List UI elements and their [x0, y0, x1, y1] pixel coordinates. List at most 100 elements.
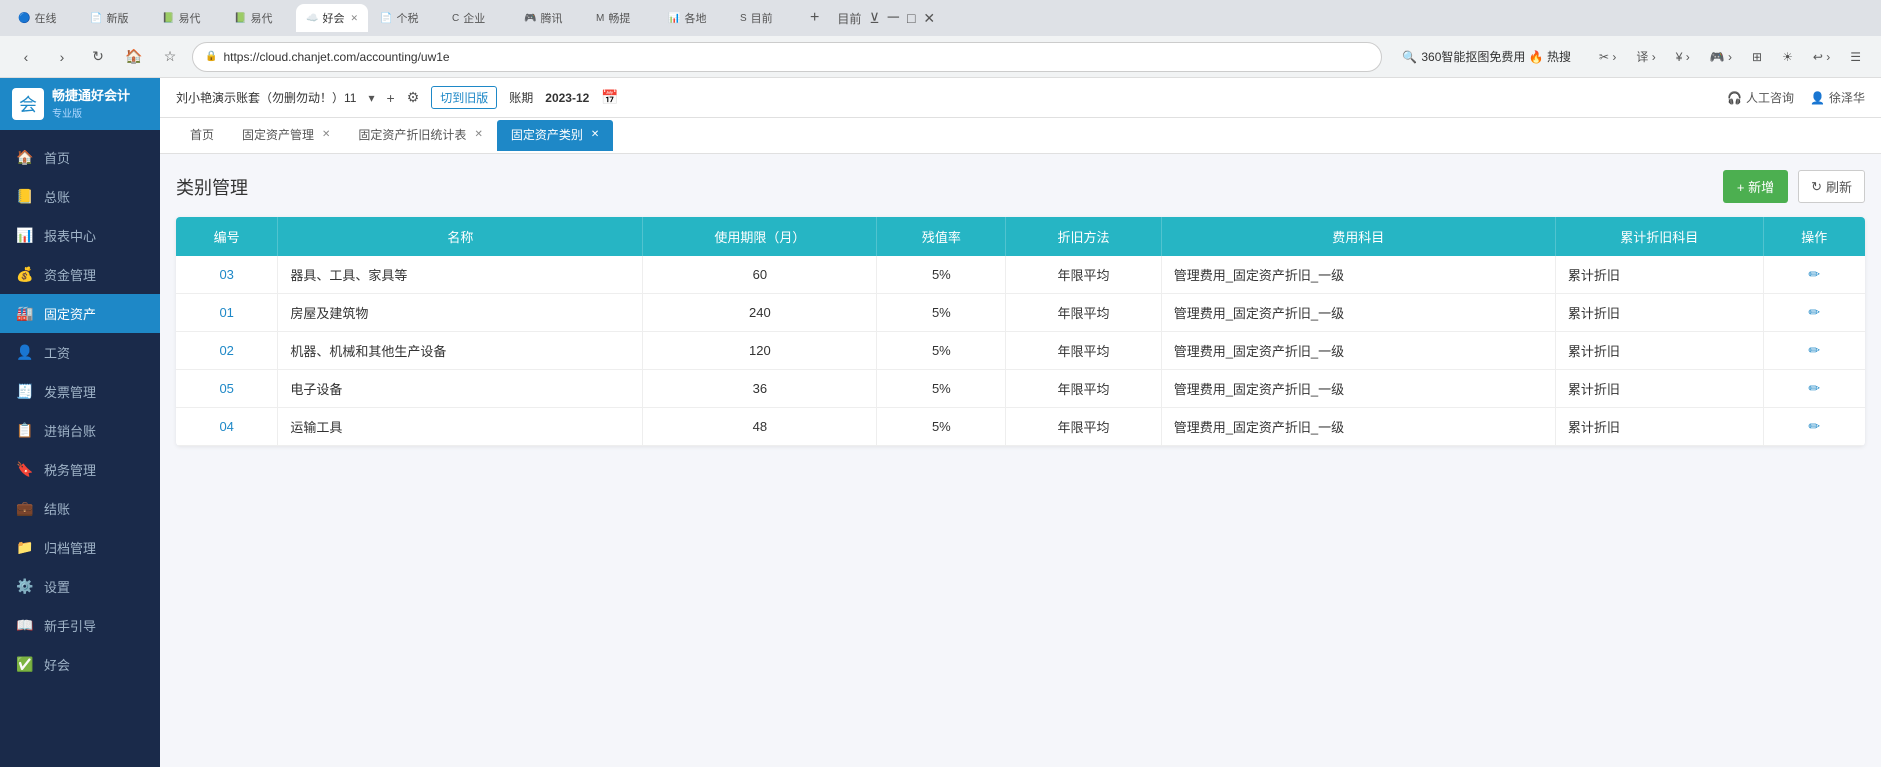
switch-to-old-btn[interactable]: 切到旧版 — [431, 86, 497, 109]
browser-tab-好会[interactable]: ☁️好会✕ — [296, 4, 368, 32]
sidebar-item-总账[interactable]: 📒总账 — [0, 177, 160, 216]
browser-tab-畅提[interactable]: M畅提 — [586, 4, 656, 32]
calendar-icon[interactable]: 📅 — [601, 89, 618, 106]
tab-label-易代: 易代 — [178, 10, 200, 26]
col-header-累计折旧科目: 累计折旧科目 — [1555, 217, 1763, 256]
cell-action[interactable]: ✏ — [1763, 408, 1865, 446]
cell-action[interactable]: ✏ — [1763, 256, 1865, 294]
new-tab-button[interactable]: + — [804, 9, 825, 27]
user-profile-btn[interactable]: 👤 徐泽华 — [1810, 89, 1865, 106]
sidebar-label-进销台账: 进销台账 — [44, 421, 96, 440]
cell-expense: 管理费用_固定资产折旧_一级 — [1161, 294, 1555, 332]
tab-label-固定资产类别: 固定资产类别 — [511, 126, 583, 143]
sidebar-item-结账[interactable]: 💼结账 — [0, 489, 160, 528]
add-button[interactable]: + 新增 — [1723, 170, 1788, 203]
brightness-icon-btn[interactable]: ☀ — [1774, 46, 1801, 68]
sidebar-item-归档管理[interactable]: 📁归档管理 — [0, 528, 160, 567]
sidebar-item-进销台账[interactable]: 📋进销台账 — [0, 411, 160, 450]
page-tab-close-固定资产类别[interactable]: ✕ — [591, 129, 599, 140]
grid-icon-btn[interactable]: ⊞ — [1744, 46, 1770, 68]
cell-method: 年限平均 — [1006, 294, 1161, 332]
table-row: 03器具、工具、家具等605%年限平均管理费用_固定资产折旧_一级累计折旧✏ — [176, 256, 1865, 294]
sidebar-label-总账: 总账 — [44, 187, 70, 206]
maximize-icon[interactable]: □ — [907, 10, 915, 26]
tab-favicon-目前: S — [740, 13, 747, 24]
minimize-icon[interactable]: ─ — [888, 9, 899, 27]
address-input[interactable]: 🔒 https://cloud.chanjet.com/accounting/u… — [192, 42, 1382, 72]
edit-button[interactable]: ✏ — [1808, 304, 1820, 321]
cell-code: 01 — [176, 294, 278, 332]
cell-name: 运输工具 — [278, 408, 643, 446]
translate-icon-btn[interactable]: 译 › — [1628, 44, 1663, 69]
settings-icon[interactable]: ⚙ — [407, 89, 420, 106]
back-button[interactable]: ‹ — [12, 43, 40, 71]
undo-icon-btn[interactable]: ↩ › — [1805, 46, 1838, 68]
home-button[interactable]: 🏠 — [120, 43, 148, 71]
browser-tab-腾讯[interactable]: 🎮腾讯 — [514, 4, 584, 32]
cell-action[interactable]: ✏ — [1763, 370, 1865, 408]
browser-tab-bar: 🔵在线📄新版📗易代📗易代☁️好会✕📄个税C企业🎮腾讯M畅提📊各地S目前 + 目前… — [0, 0, 1881, 36]
page-tab-首页[interactable]: 首页 — [176, 120, 228, 151]
tab-label-在线: 在线 — [34, 10, 56, 26]
user-avatar-icon: 👤 — [1810, 91, 1825, 105]
edit-button[interactable]: ✏ — [1808, 380, 1820, 397]
refresh-button[interactable]: ↻ 刷新 — [1798, 170, 1865, 203]
page-tab-close-固定资产折旧统计表[interactable]: ✕ — [474, 129, 482, 140]
sidebar-item-资金管理[interactable]: 💰资金管理 — [0, 255, 160, 294]
page-tab-close-固定资产管理[interactable]: ✕ — [322, 129, 330, 140]
cell-action[interactable]: ✏ — [1763, 332, 1865, 370]
sidebar-item-发票管理[interactable]: 🧾发票管理 — [0, 372, 160, 411]
edit-button[interactable]: ✏ — [1808, 266, 1820, 283]
add-account-icon[interactable]: + — [387, 90, 395, 106]
sidebar-item-新手引导[interactable]: 📖新手引导 — [0, 606, 160, 645]
bookmark-button[interactable]: ☆ — [156, 43, 184, 71]
browser-tab-企业[interactable]: C企业 — [442, 4, 512, 32]
browser-tab-新版[interactable]: 📄新版 — [80, 4, 150, 32]
url-text: https://cloud.chanjet.com/accounting/uw1… — [223, 50, 449, 64]
edit-button[interactable]: ✏ — [1808, 342, 1820, 359]
page-tab-固定资产管理[interactable]: 固定资产管理✕ — [228, 120, 344, 151]
refresh-icon: ↻ — [1811, 179, 1822, 195]
forward-button[interactable]: › — [48, 43, 76, 71]
col-header-操作: 操作 — [1763, 217, 1865, 256]
col-header-使用期限（月）: 使用期限（月） — [643, 217, 877, 256]
sidebar-item-税务管理[interactable]: 🔖税务管理 — [0, 450, 160, 489]
app-header: 刘小艳演示账套（勿删勿动！）11 ▾ + ⚙ 切到旧版 账期 2023-12 📅… — [160, 78, 1881, 118]
cell-method: 年限平均 — [1006, 370, 1161, 408]
sidebar-label-结账: 结账 — [44, 499, 70, 518]
browser-tab-各地[interactable]: 📊各地 — [658, 4, 728, 32]
menu-icon-btn[interactable]: ☰ — [1842, 46, 1869, 68]
col-header-编号: 编号 — [176, 217, 278, 256]
tab-close-好会[interactable]: ✕ — [350, 13, 358, 24]
sidebar-item-好会[interactable]: ✅好会 — [0, 645, 160, 684]
cell-name: 机器、机械和其他生产设备 — [278, 332, 643, 370]
service-btn[interactable]: 🎧 人工咨询 — [1727, 89, 1794, 106]
page-tab-固定资产类别[interactable]: 固定资产类别 ✕ — [497, 120, 613, 151]
tab-count-badge: 目前 — [837, 10, 861, 27]
reload-button[interactable]: ↻ — [84, 43, 112, 71]
close-window-icon[interactable]: ✕ — [923, 10, 935, 27]
sidebar-item-工资[interactable]: 👤工资 — [0, 333, 160, 372]
cut-icon-btn[interactable]: ✂ › — [1591, 46, 1624, 68]
tab-favicon-腾讯: 🎮 — [524, 13, 536, 24]
category-table: 编号名称使用期限（月）残值率折旧方法费用科目累计折旧科目操作 03器具、工具、家… — [176, 217, 1865, 446]
browser-tab-易代[interactable]: 📗易代 — [224, 4, 294, 32]
page-title-bar: 类别管理 + 新增 ↻ 刷新 — [176, 170, 1865, 203]
sidebar-item-固定资产[interactable]: 🏭固定资产 — [0, 294, 160, 333]
edit-button[interactable]: ✏ — [1808, 418, 1820, 435]
cell-code: 05 — [176, 370, 278, 408]
browser-tab-目前[interactable]: S目前 — [730, 4, 800, 32]
page-tab-固定资产折旧统计表[interactable]: 固定资产折旧统计表✕ — [344, 120, 496, 151]
currency-icon-btn[interactable]: ¥ › — [1668, 46, 1698, 68]
sidebar-item-报表中心[interactable]: 📊报表中心 — [0, 216, 160, 255]
game-icon-btn[interactable]: 🎮 › — [1702, 46, 1740, 68]
sidebar-item-首页[interactable]: 🏠首页 — [0, 138, 160, 177]
cell-action[interactable]: ✏ — [1763, 294, 1865, 332]
browser-tab-个税[interactable]: 📄个税 — [370, 4, 440, 32]
browser-tab-易代[interactable]: 📗易代 — [152, 4, 222, 32]
cell-residual: 5% — [877, 332, 1006, 370]
sidebar-label-新手引导: 新手引导 — [44, 616, 96, 635]
browser-tab-在线[interactable]: 🔵在线 — [8, 4, 78, 32]
dropdown-icon[interactable]: ▾ — [368, 91, 374, 105]
sidebar-item-设置[interactable]: ⚙️设置 — [0, 567, 160, 606]
